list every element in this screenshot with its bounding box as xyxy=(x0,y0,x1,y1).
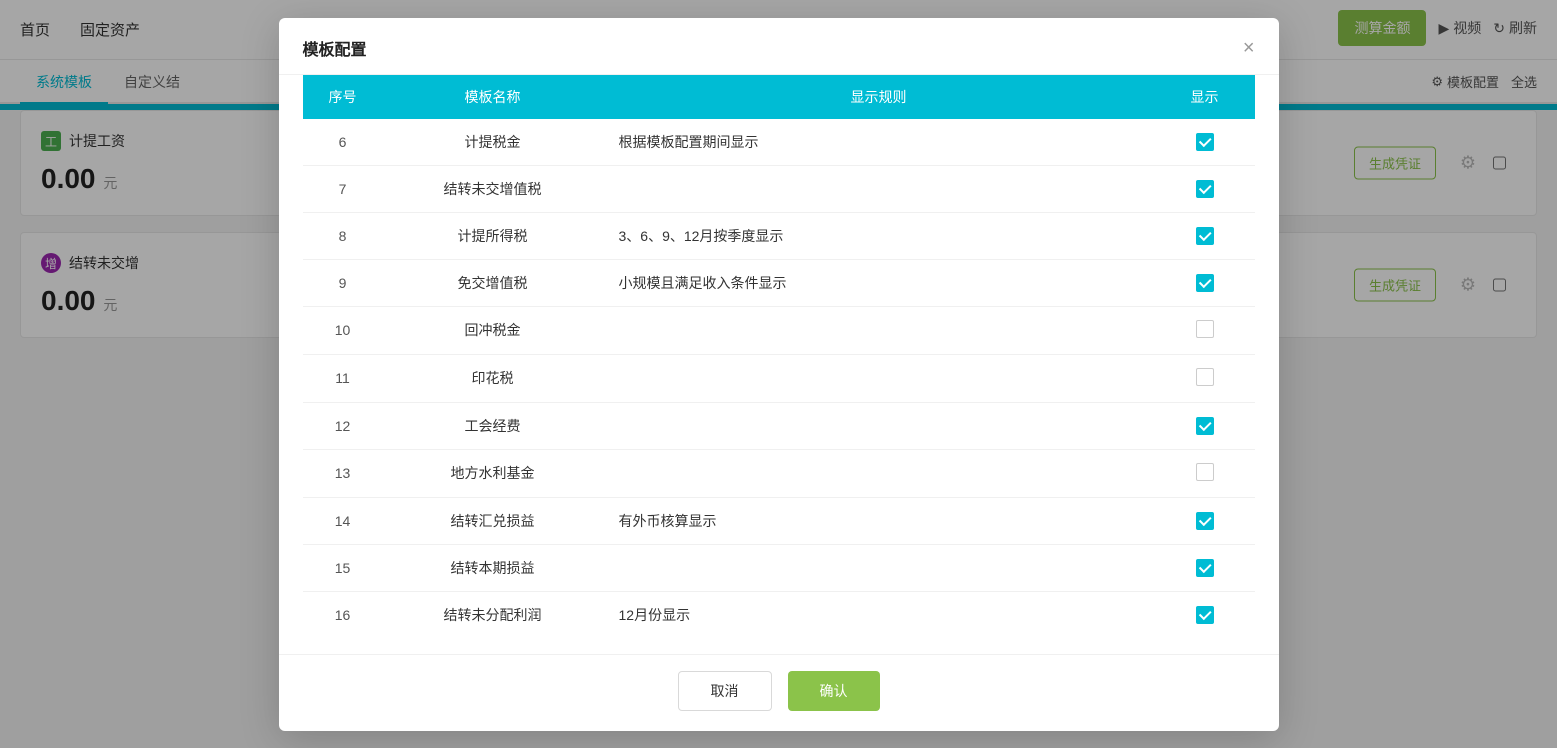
col-seq: 序号 xyxy=(303,75,383,119)
cell-checkbox xyxy=(1155,165,1255,212)
cell-rule xyxy=(603,165,1155,212)
cell-seq: 6 xyxy=(303,119,383,166)
cell-rule xyxy=(603,306,1155,354)
cell-rule: 12月份显示 xyxy=(603,591,1155,638)
cell-checkbox xyxy=(1155,119,1255,166)
cell-seq: 9 xyxy=(303,259,383,306)
table-row: 9免交增值税小规模且满足收入条件显示 xyxy=(303,259,1255,306)
cell-name: 结转未交增值税 xyxy=(383,165,603,212)
cell-checkbox xyxy=(1155,259,1255,306)
cell-name: 结转本期损益 xyxy=(383,544,603,591)
row-checkbox-11[interactable] xyxy=(1196,368,1214,386)
cell-checkbox xyxy=(1155,497,1255,544)
cell-checkbox xyxy=(1155,354,1255,402)
col-name: 模板名称 xyxy=(383,75,603,119)
table-row: 12工会经费 xyxy=(303,402,1255,449)
row-checkbox-10[interactable] xyxy=(1196,320,1214,338)
cell-rule xyxy=(603,354,1155,402)
modal-overlay: 模板配置 × 序号 模板名称 显示规则 显示 6计提税金根据模板配置期间显示7结… xyxy=(0,0,1557,748)
cell-seq: 15 xyxy=(303,544,383,591)
cell-seq: 14 xyxy=(303,497,383,544)
table-row: 10回冲税金 xyxy=(303,306,1255,354)
modal-close-button[interactable]: × xyxy=(1243,38,1255,58)
row-checkbox-13[interactable] xyxy=(1196,463,1214,481)
row-checkbox-15[interactable] xyxy=(1196,559,1214,577)
table-row: 13地方水利基金 xyxy=(303,449,1255,497)
modal-footer: 取消 确认 xyxy=(279,654,1279,731)
row-checkbox-12[interactable] xyxy=(1196,417,1214,435)
table-body: 6计提税金根据模板配置期间显示7结转未交增值税8计提所得税3、6、9、12月按季… xyxy=(303,119,1255,638)
table-row: 16结转未分配利润12月份显示 xyxy=(303,591,1255,638)
row-checkbox-9[interactable] xyxy=(1196,274,1214,292)
cell-rule xyxy=(603,402,1155,449)
cell-name: 回冲税金 xyxy=(383,306,603,354)
row-checkbox-14[interactable] xyxy=(1196,512,1214,530)
table-row: 11印花税 xyxy=(303,354,1255,402)
cell-seq: 10 xyxy=(303,306,383,354)
cell-rule: 有外币核算显示 xyxy=(603,497,1155,544)
cell-seq: 16 xyxy=(303,591,383,638)
cell-seq: 12 xyxy=(303,402,383,449)
cell-checkbox xyxy=(1155,306,1255,354)
confirm-button[interactable]: 确认 xyxy=(788,671,880,711)
table-row: 14结转汇兑损益有外币核算显示 xyxy=(303,497,1255,544)
cell-name: 结转汇兑损益 xyxy=(383,497,603,544)
col-rule: 显示规则 xyxy=(603,75,1155,119)
cell-checkbox xyxy=(1155,449,1255,497)
table-row: 7结转未交增值税 xyxy=(303,165,1255,212)
modal-title: 模板配置 xyxy=(303,36,367,60)
row-checkbox-6[interactable] xyxy=(1196,133,1214,151)
cell-name: 地方水利基金 xyxy=(383,449,603,497)
table-row: 8计提所得税3、6、9、12月按季度显示 xyxy=(303,212,1255,259)
cancel-button[interactable]: 取消 xyxy=(678,671,772,711)
table-header: 序号 模板名称 显示规则 显示 xyxy=(303,75,1255,119)
cell-name: 计提税金 xyxy=(383,119,603,166)
template-config-modal: 模板配置 × 序号 模板名称 显示规则 显示 6计提税金根据模板配置期间显示7结… xyxy=(279,18,1279,731)
row-checkbox-8[interactable] xyxy=(1196,227,1214,245)
cell-rule: 小规模且满足收入条件显示 xyxy=(603,259,1155,306)
cell-rule: 3、6、9、12月按季度显示 xyxy=(603,212,1155,259)
cell-checkbox xyxy=(1155,591,1255,638)
cell-name: 免交增值税 xyxy=(383,259,603,306)
cell-seq: 7 xyxy=(303,165,383,212)
cell-rule: 根据模板配置期间显示 xyxy=(603,119,1155,166)
modal-header: 模板配置 × xyxy=(279,18,1279,75)
row-checkbox-16[interactable] xyxy=(1196,606,1214,624)
cell-checkbox xyxy=(1155,402,1255,449)
table-row: 15结转本期损益 xyxy=(303,544,1255,591)
cell-checkbox xyxy=(1155,544,1255,591)
cell-rule xyxy=(603,544,1155,591)
cell-checkbox xyxy=(1155,212,1255,259)
cell-name: 工会经费 xyxy=(383,402,603,449)
col-display: 显示 xyxy=(1155,75,1255,119)
cell-seq: 11 xyxy=(303,354,383,402)
cell-seq: 13 xyxy=(303,449,383,497)
cell-name: 印花税 xyxy=(383,354,603,402)
cell-seq: 8 xyxy=(303,212,383,259)
cell-name: 结转未分配利润 xyxy=(383,591,603,638)
config-table: 序号 模板名称 显示规则 显示 6计提税金根据模板配置期间显示7结转未交增值税8… xyxy=(303,75,1255,638)
modal-body: 序号 模板名称 显示规则 显示 6计提税金根据模板配置期间显示7结转未交增值税8… xyxy=(279,75,1279,654)
cell-name: 计提所得税 xyxy=(383,212,603,259)
table-row: 6计提税金根据模板配置期间显示 xyxy=(303,119,1255,166)
cell-rule xyxy=(603,449,1155,497)
row-checkbox-7[interactable] xyxy=(1196,180,1214,198)
